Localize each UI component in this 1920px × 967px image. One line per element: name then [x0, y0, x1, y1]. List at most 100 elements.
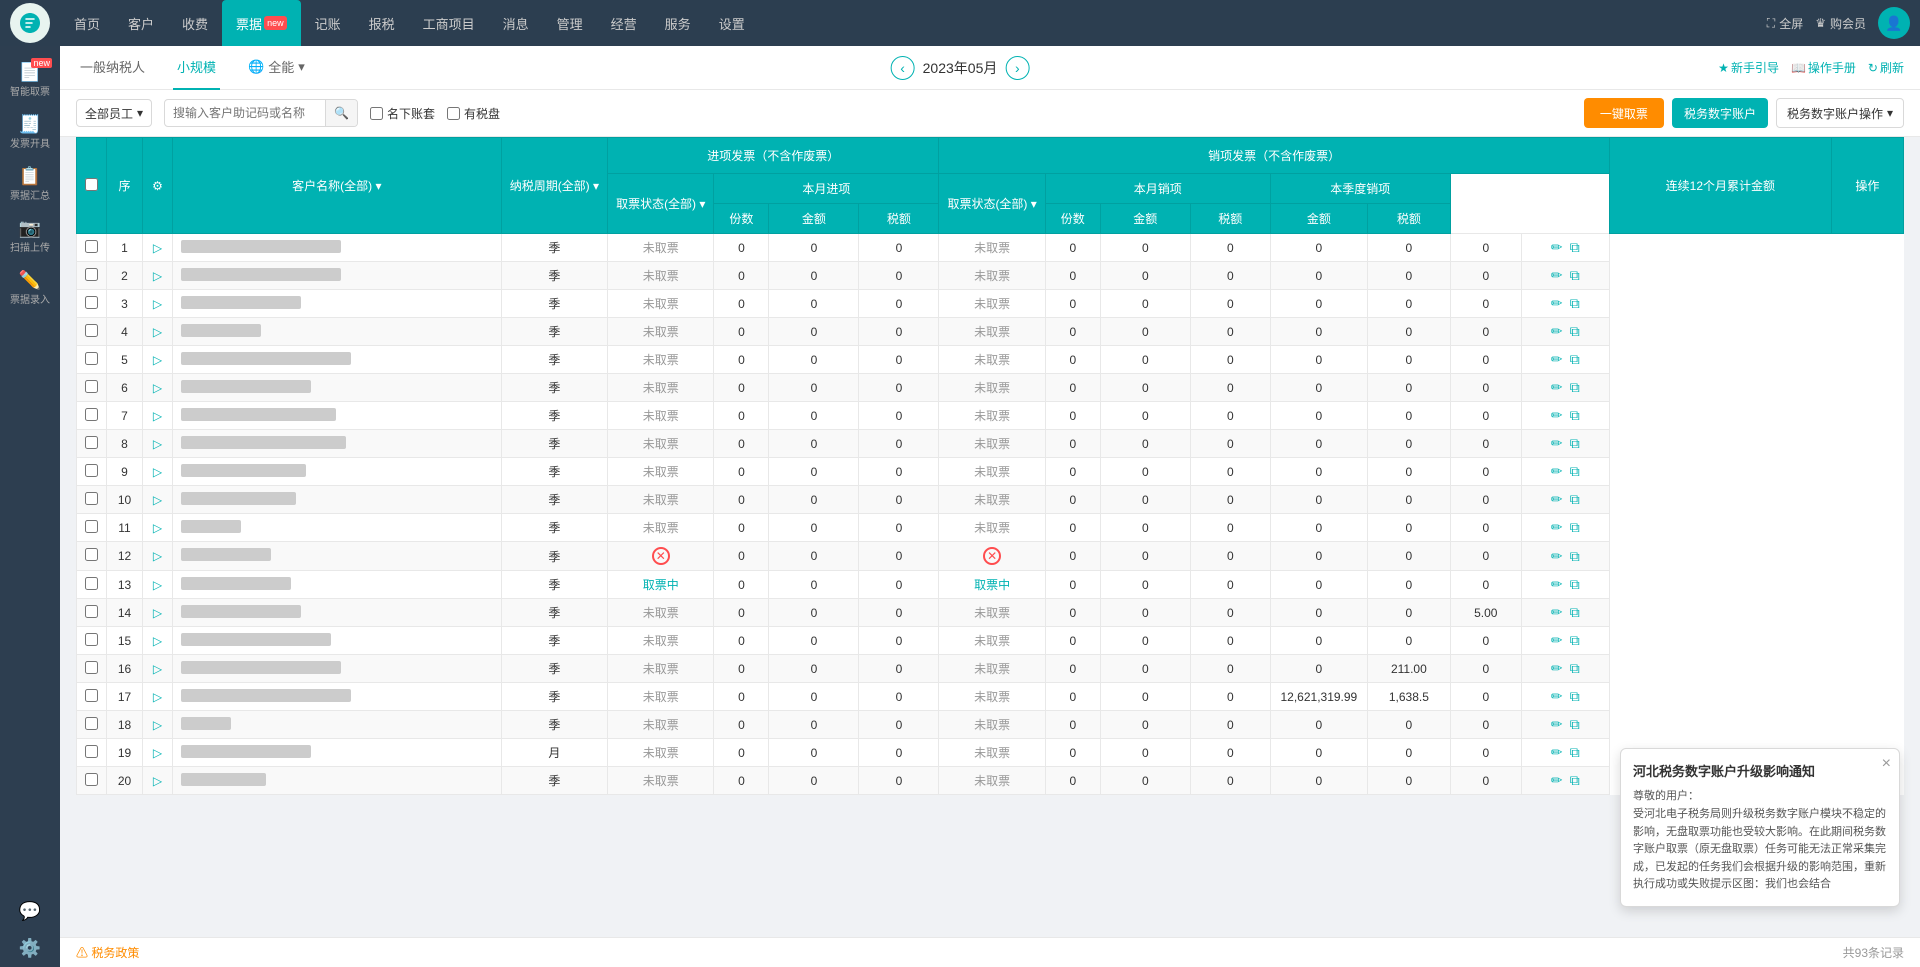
row-customer-name[interactable]	[173, 767, 502, 795]
row-customer-name[interactable]	[173, 234, 502, 262]
nav-service[interactable]: 服务	[651, 0, 705, 46]
edit-action-btn[interactable]: ✏	[1551, 744, 1563, 760]
nav-operation[interactable]: 经营	[597, 0, 651, 46]
sidebar-item-settings[interactable]: ⚙️	[0, 930, 60, 967]
row-expand[interactable]: ▷	[143, 599, 173, 627]
accounts-checkbox[interactable]	[370, 107, 383, 120]
tab-general-taxpayer[interactable]: 一般纳税人	[76, 46, 149, 90]
edit-action-btn[interactable]: ✏	[1551, 632, 1563, 648]
copy-action-btn[interactable]: ⧉	[1570, 660, 1580, 676]
edit-action-btn[interactable]: ✏	[1551, 519, 1563, 535]
copy-action-btn[interactable]: ⧉	[1570, 604, 1580, 620]
nav-invoice[interactable]: 票据 new	[222, 0, 301, 46]
row-customer-name[interactable]	[173, 627, 502, 655]
copy-action-btn[interactable]: ⧉	[1570, 744, 1580, 760]
row-checkbox[interactable]	[85, 605, 98, 618]
tab-all[interactable]: 🌐 全能 ▾	[244, 46, 309, 90]
row-customer-name[interactable]	[173, 346, 502, 374]
edit-action-btn[interactable]: ✏	[1551, 548, 1563, 564]
row-expand[interactable]: ▷	[143, 262, 173, 290]
row-customer-name[interactable]	[173, 290, 502, 318]
tax-digital-account-ops-btn[interactable]: 税务数字账户操作 ▾	[1776, 98, 1904, 128]
sidebar-item-invoice-entry[interactable]: ✏️ 票据录入	[0, 262, 60, 314]
nav-customer[interactable]: 客户	[114, 0, 168, 46]
row-checkbox[interactable]	[85, 380, 98, 393]
copy-action-btn[interactable]: ⧉	[1570, 716, 1580, 732]
edit-action-btn[interactable]: ✏	[1551, 351, 1563, 367]
edit-action-btn[interactable]: ✏	[1551, 435, 1563, 451]
row-customer-name[interactable]	[173, 571, 502, 599]
taxbox-checkbox-label[interactable]: 有税盘	[447, 105, 500, 122]
row-checkbox[interactable]	[85, 296, 98, 309]
copy-action-btn[interactable]: ⧉	[1570, 519, 1580, 535]
copy-action-btn[interactable]: ⧉	[1570, 379, 1580, 395]
th-customer-name[interactable]: 客户名称(全部) ▾	[173, 138, 502, 234]
row-expand[interactable]: ▷	[143, 571, 173, 599]
row-expand[interactable]: ▷	[143, 346, 173, 374]
row-expand[interactable]: ▷	[143, 374, 173, 402]
new-guide-link[interactable]: ★ 新手引导	[1718, 59, 1779, 76]
row-checkbox[interactable]	[85, 436, 98, 449]
nav-business[interactable]: 工商项目	[409, 0, 489, 46]
copy-action-btn[interactable]: ⧉	[1570, 435, 1580, 451]
edit-action-btn[interactable]: ✏	[1551, 688, 1563, 704]
edit-action-btn[interactable]: ✏	[1551, 772, 1563, 788]
th-tax-period[interactable]: 纳税周期(全部) ▾	[501, 138, 607, 234]
copy-action-btn[interactable]: ⧉	[1570, 491, 1580, 507]
copy-action-btn[interactable]: ⧉	[1570, 407, 1580, 423]
next-period-btn[interactable]: ›	[1005, 56, 1029, 80]
edit-action-btn[interactable]: ✏	[1551, 379, 1563, 395]
nav-accounting[interactable]: 记账	[301, 0, 355, 46]
row-expand[interactable]: ▷	[143, 514, 173, 542]
row-customer-name[interactable]	[173, 542, 502, 571]
row-expand[interactable]: ▷	[143, 430, 173, 458]
nav-billing[interactable]: 收费	[168, 0, 222, 46]
row-customer-name[interactable]	[173, 458, 502, 486]
one-click-fetch-btn[interactable]: 一键取票	[1584, 98, 1664, 128]
row-checkbox[interactable]	[85, 661, 98, 674]
tax-digital-account-btn[interactable]: 税务数字账户	[1672, 98, 1768, 128]
accounts-checkbox-label[interactable]: 名下账套	[370, 105, 435, 122]
edit-action-btn[interactable]: ✏	[1551, 239, 1563, 255]
row-checkbox[interactable]	[85, 520, 98, 533]
row-checkbox[interactable]	[85, 773, 98, 786]
row-checkbox[interactable]	[85, 352, 98, 365]
row-customer-name[interactable]	[173, 683, 502, 711]
row-checkbox[interactable]	[85, 492, 98, 505]
tab-small-scale[interactable]: 小规模	[173, 46, 220, 90]
copy-action-btn[interactable]: ⧉	[1570, 239, 1580, 255]
row-customer-name[interactable]	[173, 430, 502, 458]
copy-action-btn[interactable]: ⧉	[1570, 632, 1580, 648]
row-customer-name[interactable]	[173, 262, 502, 290]
nav-tax[interactable]: 报税	[355, 0, 409, 46]
th-out-fetch-status[interactable]: 取票状态(全部) ▾	[939, 174, 1045, 234]
vip-btn[interactable]: ♛ 购会员	[1815, 15, 1866, 32]
row-expand[interactable]: ▷	[143, 627, 173, 655]
nav-home[interactable]: 首页	[60, 0, 114, 46]
row-expand[interactable]: ▷	[143, 767, 173, 795]
taxbox-checkbox[interactable]	[447, 107, 460, 120]
copy-action-btn[interactable]: ⧉	[1570, 576, 1580, 592]
row-expand[interactable]: ▷	[143, 711, 173, 739]
row-expand[interactable]: ▷	[143, 458, 173, 486]
edit-action-btn[interactable]: ✏	[1551, 267, 1563, 283]
row-expand[interactable]: ▷	[143, 290, 173, 318]
th-settings[interactable]: ⚙	[143, 138, 173, 234]
sidebar-item-scan-upload[interactable]: 📷 扫描上传	[0, 210, 60, 262]
row-checkbox[interactable]	[85, 689, 98, 702]
edit-action-btn[interactable]: ✏	[1551, 491, 1563, 507]
row-customer-name[interactable]	[173, 402, 502, 430]
copy-action-btn[interactable]: ⧉	[1570, 688, 1580, 704]
row-expand[interactable]: ▷	[143, 486, 173, 514]
row-checkbox[interactable]	[85, 717, 98, 730]
copy-action-btn[interactable]: ⧉	[1570, 323, 1580, 339]
edit-action-btn[interactable]: ✏	[1551, 463, 1563, 479]
sidebar-item-invoice-open[interactable]: 🧾 发票开具	[0, 106, 60, 158]
row-expand[interactable]: ▷	[143, 402, 173, 430]
nav-manage[interactable]: 管理	[543, 0, 597, 46]
row-checkbox[interactable]	[85, 633, 98, 646]
search-input[interactable]	[165, 106, 325, 120]
copy-action-btn[interactable]: ⧉	[1570, 463, 1580, 479]
manual-link[interactable]: 📖 操作手册	[1791, 59, 1856, 76]
row-checkbox[interactable]	[85, 408, 98, 421]
